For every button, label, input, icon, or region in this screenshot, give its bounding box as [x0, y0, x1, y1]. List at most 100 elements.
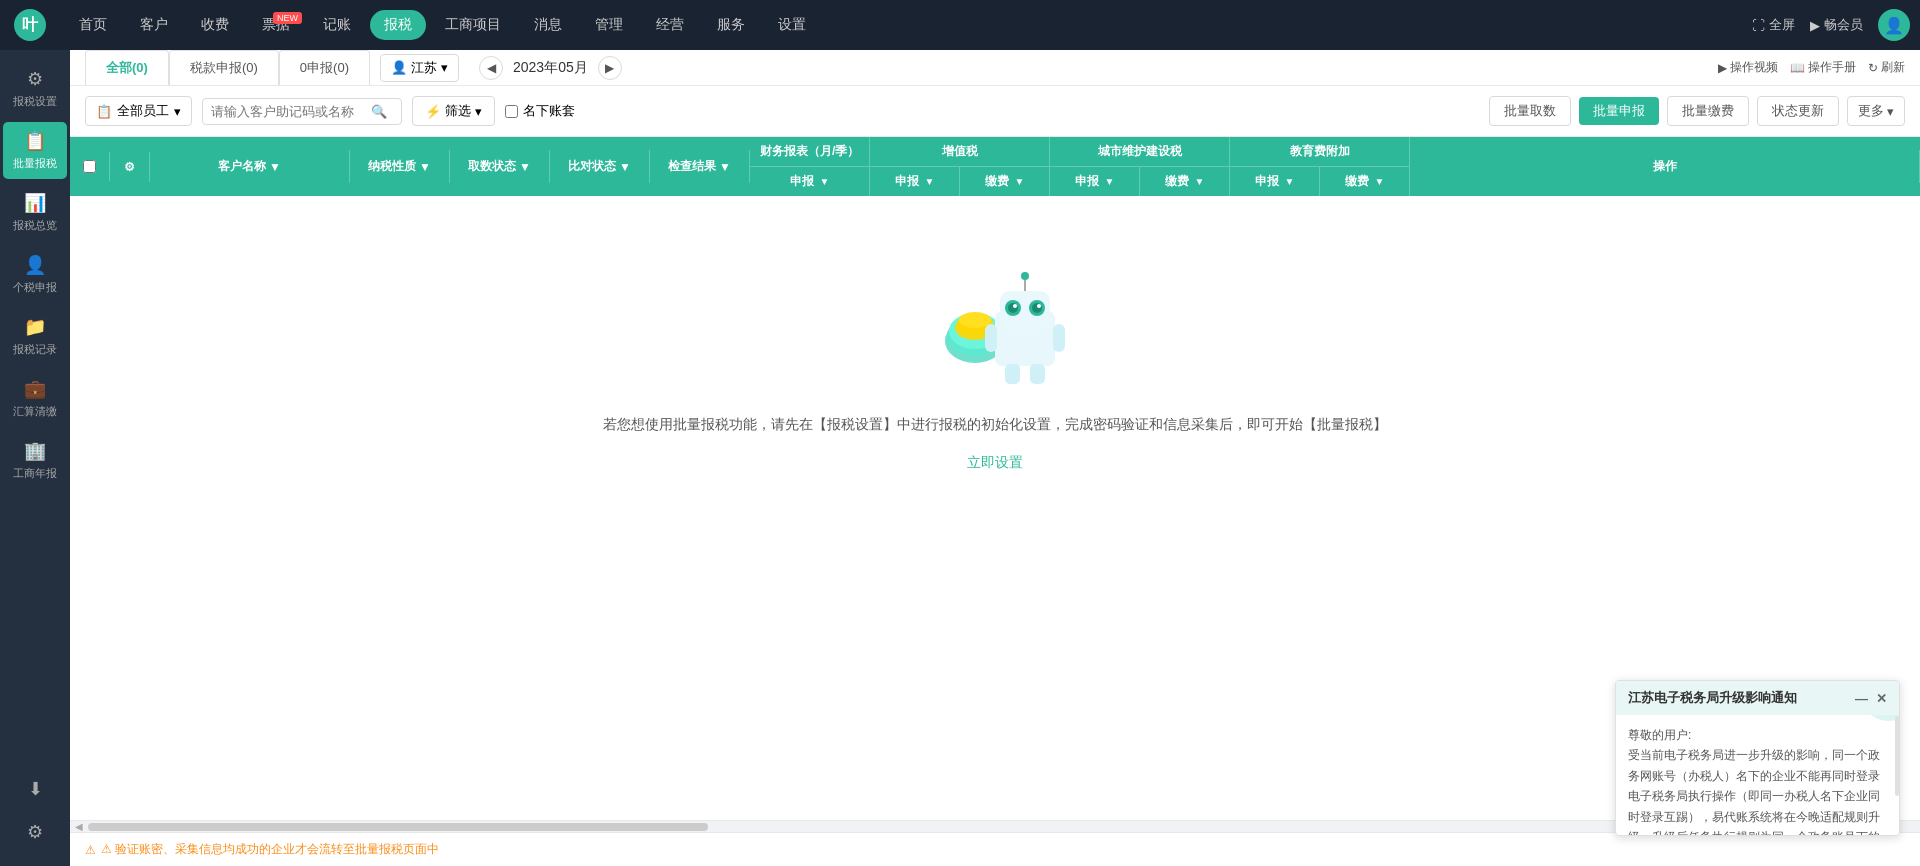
sidebar-item-tax-records[interactable]: 📁 报税记录 [3, 308, 67, 365]
batch-fetch-button[interactable]: 批量取数 [1489, 96, 1571, 126]
individual-tax-icon: 👤 [24, 254, 46, 276]
compare-filter-icon[interactable]: ▼ [619, 160, 631, 174]
svg-rect-19 [1005, 364, 1020, 384]
app-logo[interactable]: 叶 [10, 5, 50, 45]
urban-declare-filter-icon[interactable]: ▼ [1105, 176, 1115, 187]
notification-scrollbar[interactable] [1895, 716, 1899, 796]
next-month-button[interactable]: ▶ [598, 56, 622, 80]
search-input[interactable] [211, 104, 371, 119]
sidebar-item-annual-settlement[interactable]: 💼 汇算清缴 [3, 370, 67, 427]
batch-pay-button[interactable]: 批量缴费 [1667, 96, 1749, 126]
nav-tax[interactable]: 报税 [370, 10, 426, 40]
download-icon: ⬇ [24, 778, 46, 800]
svg-rect-20 [1030, 364, 1045, 384]
region-icon: 👤 [391, 60, 407, 75]
svg-rect-18 [1053, 324, 1065, 352]
status-update-button[interactable]: 状态更新 [1757, 96, 1839, 126]
svg-point-12 [1032, 303, 1042, 313]
tab-all[interactable]: 全部(0) [85, 50, 169, 85]
refresh-button[interactable]: ↻ 刷新 [1868, 59, 1905, 76]
member-button[interactable]: ▶ 畅会员 [1810, 16, 1863, 34]
config-icon: ⚙ [24, 821, 46, 843]
th-urban: 城市维护建设税 申报 ▼ 缴费 ▼ [1050, 137, 1230, 196]
th-settings: ⚙ [110, 137, 150, 196]
th-check-result: 检查结果 ▼ [650, 137, 750, 196]
nav-client[interactable]: 客户 [126, 10, 182, 40]
setup-link[interactable]: 立即设置 [967, 454, 1023, 472]
edu-pay-filter-icon[interactable]: ▼ [1375, 176, 1385, 187]
tax-overview-icon: 📊 [24, 192, 46, 214]
prev-month-button[interactable]: ◀ [479, 56, 503, 80]
svg-point-14 [1037, 304, 1041, 308]
th-tax-nature: 纳税性质 ▼ [350, 137, 450, 196]
fin-filter-icon[interactable]: ▼ [819, 176, 829, 187]
notification-close-button[interactable]: ✕ [1876, 691, 1887, 706]
vat-declare-filter-icon[interactable]: ▼ [925, 176, 935, 187]
nav-menu: 首页 客户 收费 票据 NEW 记账 报税 工商项目 消息 管理 经营 服务 设… [65, 10, 1752, 40]
account-checkbox-label[interactable]: 名下账套 [505, 102, 575, 120]
nav-settings[interactable]: 设置 [764, 10, 820, 40]
select-all-checkbox[interactable] [83, 160, 96, 173]
check-filter-icon[interactable]: ▼ [719, 160, 731, 174]
video-icon: ▶ [1718, 61, 1727, 75]
nav-accounting[interactable]: 记账 [309, 10, 365, 40]
scroll-thumb[interactable] [88, 823, 708, 831]
th-vat: 增值税 申报 ▼ 缴费 ▼ [870, 137, 1050, 196]
nav-billing[interactable]: 收费 [187, 10, 243, 40]
tab-tax-declare[interactable]: 税款申报(0) [169, 50, 279, 85]
sidebar-config[interactable]: ⚙ [3, 813, 67, 851]
employee-icon: 📋 [96, 104, 112, 119]
sidebar-item-annual-report[interactable]: 🏢 工商年报 [3, 432, 67, 489]
scroll-left-arrow[interactable]: ◀ [75, 821, 83, 832]
fullscreen-icon: ⛶ [1752, 18, 1765, 33]
nav-invoice[interactable]: 票据 NEW [248, 10, 304, 40]
fullscreen-button[interactable]: ⛶ 全屏 [1752, 16, 1795, 34]
batch-declare-button[interactable]: 批量申报 [1579, 97, 1659, 125]
sidebar-item-batch-tax[interactable]: 📋 批量报税 [3, 122, 67, 179]
member-icon: ▶ [1810, 18, 1820, 33]
tab-group: 全部(0) 税款申报(0) 0申报(0) [85, 50, 370, 85]
account-checkbox[interactable] [505, 105, 518, 118]
more-button[interactable]: 更多 ▾ [1847, 96, 1905, 126]
sidebar: ⚙ 报税设置 📋 批量报税 📊 报税总览 👤 个税申报 📁 报税记录 💼 汇算清… [0, 50, 70, 866]
toolbar: 📋 全部员工 ▾ 🔍 ⚡ 筛选 ▾ 名下账套 [70, 86, 1920, 137]
settings-icon[interactable]: ⚙ [124, 160, 135, 174]
vat-pay-filter-icon[interactable]: ▼ [1015, 176, 1025, 187]
op-buttons: ▶ 操作视频 📖 操作手册 ↻ 刷新 [1718, 59, 1905, 76]
sidebar-item-individual-tax[interactable]: 👤 个税申报 [3, 246, 67, 303]
notification-minimize-button[interactable]: — [1855, 691, 1868, 706]
table-body: 若您想使用批量报税功能，请先在【报税设置】中进行报税的初始化设置，完成密码验证和… [70, 196, 1920, 532]
table-header: ⚙ 客户名称 ▼ 纳税性质 ▼ [70, 137, 1920, 196]
fetch-status-filter-icon[interactable]: ▼ [519, 160, 531, 174]
warning-icon: ⚠ [85, 843, 96, 857]
filter-button[interactable]: ⚡ 筛选 ▾ [412, 96, 495, 126]
nav-home[interactable]: 首页 [65, 10, 121, 40]
dropdown-icon: ▾ [174, 104, 181, 119]
nav-business[interactable]: 工商项目 [431, 10, 515, 40]
refresh-icon: ↻ [1868, 61, 1878, 75]
nav-manage[interactable]: 管理 [581, 10, 637, 40]
nav-operation[interactable]: 经营 [642, 10, 698, 40]
edu-declare-filter-icon[interactable]: ▼ [1285, 176, 1295, 187]
region-selector[interactable]: 👤 江苏 ▾ [380, 54, 459, 82]
tax-settings-icon: ⚙ [24, 68, 46, 90]
th-education: 教育费附加 申报 ▼ 缴费 ▼ [1230, 137, 1410, 196]
bottom-hint: ⚠ ⚠ 验证账密、采集信息均成功的企业才会流转至批量报税页面中 [70, 832, 1920, 866]
sidebar-download[interactable]: ⬇ [3, 770, 67, 808]
operation-manual-button[interactable]: 📖 操作手册 [1790, 59, 1856, 76]
tab-zero-declare[interactable]: 0申报(0) [279, 50, 370, 85]
tax-nature-filter-icon[interactable]: ▼ [419, 160, 431, 174]
employee-select[interactable]: 📋 全部员工 ▾ [85, 96, 192, 126]
nav-message[interactable]: 消息 [520, 10, 576, 40]
client-filter-icon[interactable]: ▼ [269, 160, 281, 174]
svg-point-13 [1013, 304, 1017, 308]
th-checkbox [70, 137, 110, 196]
avatar[interactable]: 👤 [1878, 9, 1910, 41]
nav-service[interactable]: 服务 [703, 10, 759, 40]
sidebar-item-tax-settings[interactable]: ⚙ 报税设置 [3, 60, 67, 117]
urban-pay-filter-icon[interactable]: ▼ [1195, 176, 1205, 187]
sidebar-bottom: ⬇ ⚙ [3, 770, 67, 866]
robot-illustration [920, 256, 1070, 396]
sidebar-item-tax-overview[interactable]: 📊 报税总览 [3, 184, 67, 241]
operation-video-button[interactable]: ▶ 操作视频 [1718, 59, 1778, 76]
